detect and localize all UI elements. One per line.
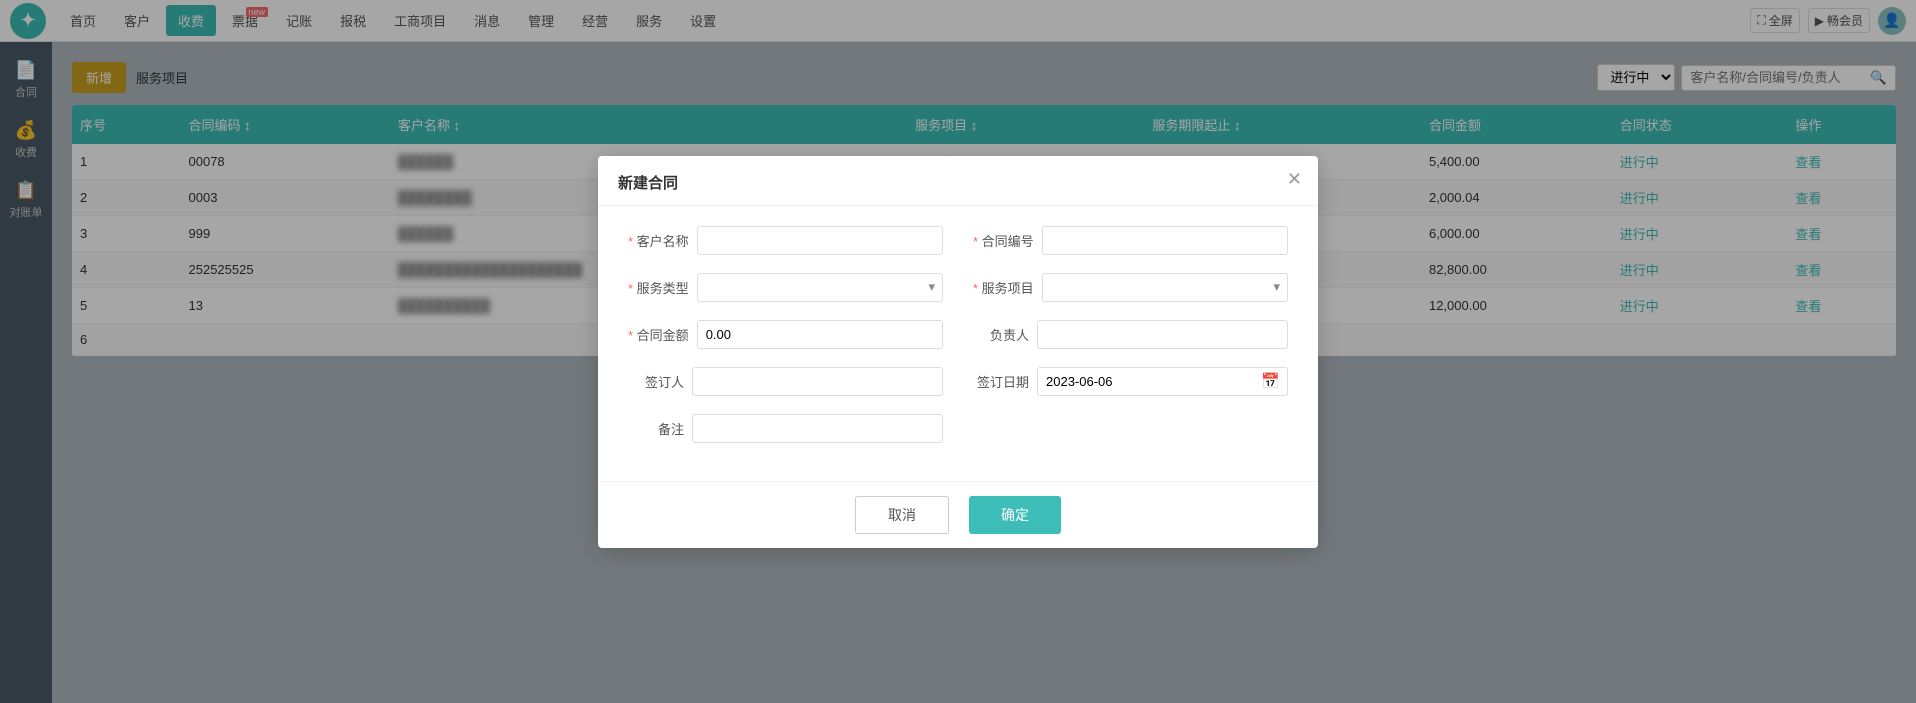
form-group-service-type: 服务类型	[628, 273, 943, 302]
form-row-5: 备注	[628, 414, 1288, 443]
dialog-title: 新建合同	[618, 175, 678, 192]
form-group-service-item: 服务项目	[973, 273, 1288, 302]
dialog-header: 新建合同	[598, 156, 1318, 206]
dialog-footer: 取消 确定	[598, 481, 1318, 548]
service-type-label: 服务类型	[628, 278, 689, 297]
confirm-button[interactable]: 确定	[969, 496, 1061, 534]
form-group-customer: 客户名称	[628, 226, 943, 255]
cancel-button[interactable]: 取消	[855, 496, 949, 534]
calendar-icon[interactable]: 📅	[1261, 372, 1280, 390]
form-group-sign-date: 签订日期 📅	[973, 367, 1288, 396]
customer-name-label: 客户名称	[628, 231, 689, 250]
customer-name-input[interactable]	[697, 226, 943, 255]
contract-amount-label: 合同金额	[628, 325, 689, 344]
form-group-remark: 备注	[628, 414, 943, 443]
form-group-signer: 签订人	[628, 367, 943, 396]
form-group-person: 负责人	[973, 320, 1288, 349]
remark-label: 备注	[628, 419, 684, 438]
contract-no-input[interactable]	[1042, 226, 1288, 255]
form-group-contract-no: 合同编号	[973, 226, 1288, 255]
person-label: 负责人	[973, 325, 1029, 344]
service-type-select-wrap	[697, 273, 943, 302]
signer-label: 签订人	[628, 372, 684, 391]
form-row-4: 签订人 签订日期 📅	[628, 367, 1288, 396]
sign-date-input[interactable]	[1037, 367, 1288, 396]
remark-input[interactable]	[692, 414, 943, 443]
dialog: 新建合同 ✕ 客户名称 合同编号 服务类型	[598, 156, 1318, 548]
form-row-1: 客户名称 合同编号	[628, 226, 1288, 255]
form-row-3: 合同金额 负责人	[628, 320, 1288, 349]
form-row-2: 服务类型 服务项目	[628, 273, 1288, 302]
contract-no-label: 合同编号	[973, 231, 1034, 250]
person-input[interactable]	[1037, 320, 1288, 349]
service-item-label: 服务项目	[973, 278, 1034, 297]
signer-input[interactable]	[692, 367, 943, 396]
sign-date-label: 签订日期	[973, 372, 1029, 391]
dialog-close-button[interactable]: ✕	[1287, 170, 1302, 188]
modal-overlay[interactable]: 新建合同 ✕ 客户名称 合同编号 服务类型	[0, 0, 1916, 703]
service-item-select-wrap	[1042, 273, 1288, 302]
contract-amount-input[interactable]	[697, 320, 943, 349]
service-item-select[interactable]	[1042, 273, 1288, 302]
service-type-select[interactable]	[697, 273, 943, 302]
sign-date-wrap: 📅	[1037, 367, 1288, 396]
dialog-body: 客户名称 合同编号 服务类型	[598, 206, 1318, 481]
form-group-amount: 合同金额	[628, 320, 943, 349]
